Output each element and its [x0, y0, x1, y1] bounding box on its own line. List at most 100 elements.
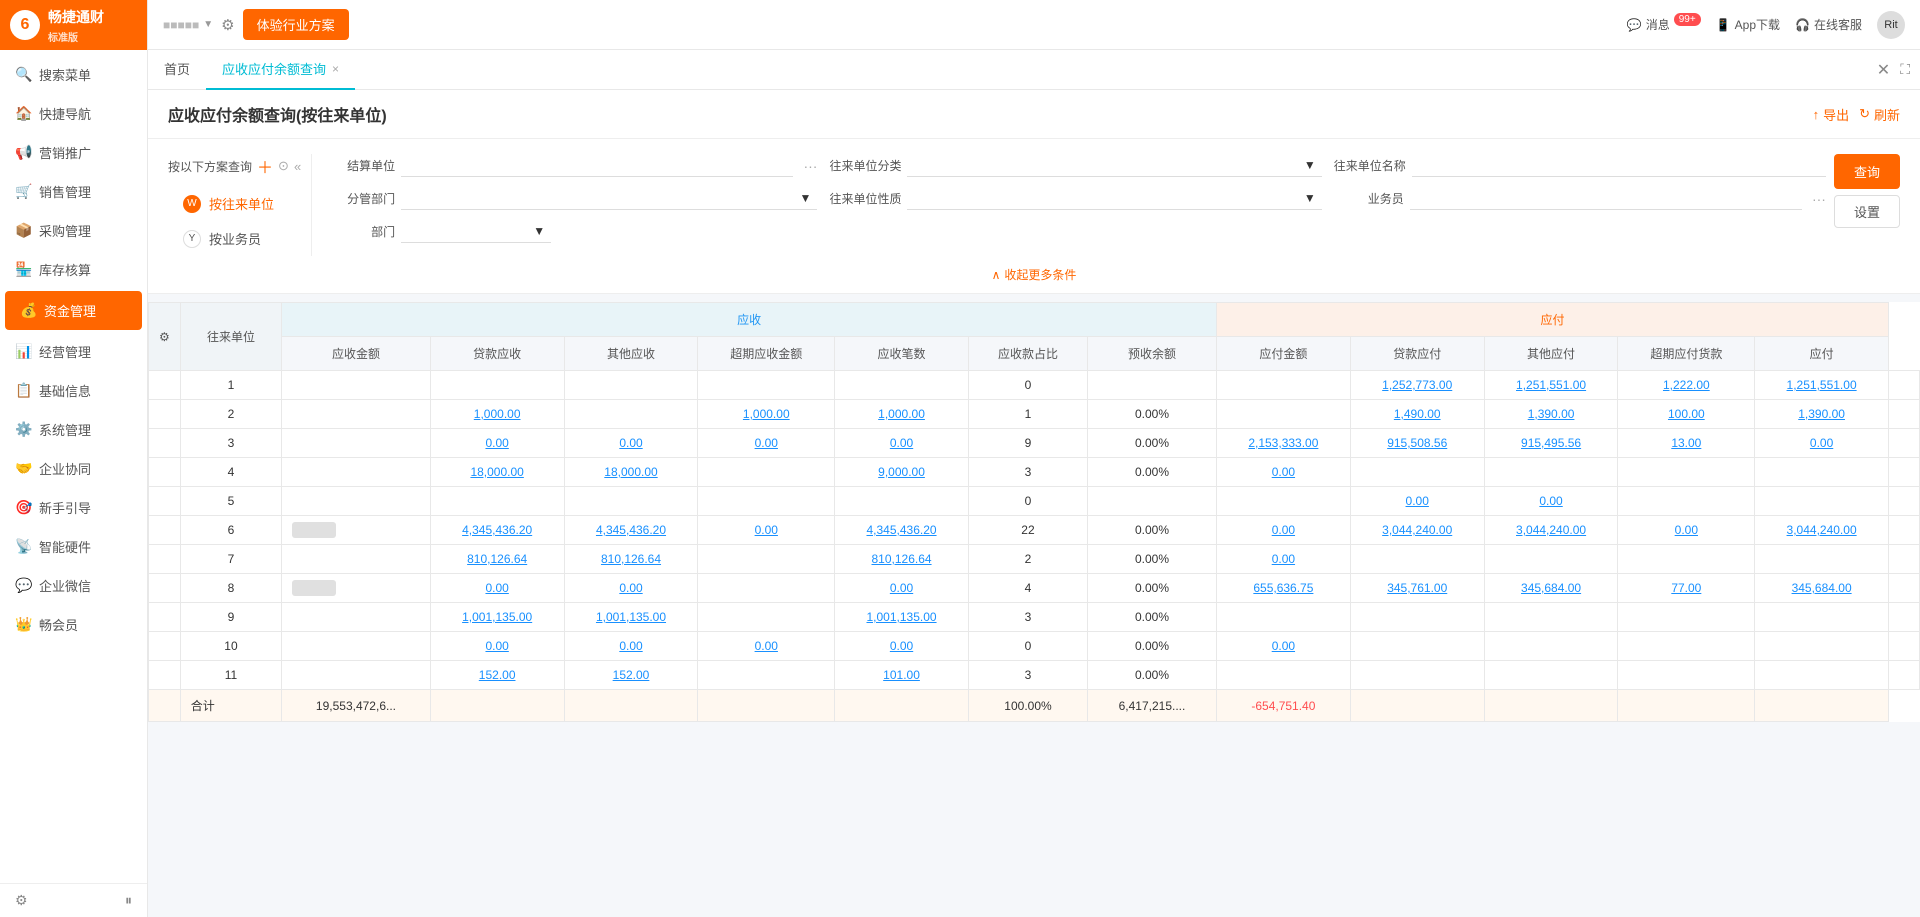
filter-collapse-icon[interactable]: « — [294, 159, 301, 174]
query-btn[interactable]: 查询 — [1834, 154, 1900, 189]
cell-overdue_receivable[interactable]: 4,345,436.20 — [835, 516, 969, 545]
collapse-filter-btn[interactable]: ∧ 收起更多条件 — [987, 261, 1082, 288]
query-option-partner[interactable]: W 按往来单位 — [168, 186, 301, 221]
filter-salesperson-input[interactable] — [1410, 187, 1802, 210]
cell-other_payable[interactable]: 77.00 — [1618, 574, 1755, 603]
sidebar-item-basic[interactable]: 📋基础信息 — [0, 371, 147, 410]
cell-loan_receivable[interactable]: 18,000.00 — [564, 458, 698, 487]
filter-dept-select[interactable]: ▼ — [401, 187, 817, 210]
cell-loan_receivable[interactable]: 1,001,135.00 — [564, 603, 698, 632]
cell-other_payable[interactable]: 0.00 — [1618, 516, 1755, 545]
cell-other_receivable[interactable]: 1,000.00 — [698, 400, 835, 429]
cell-overdue_receivable[interactable]: 101.00 — [835, 661, 969, 690]
cell-loan_receivable[interactable]: 810,126.64 — [564, 545, 698, 574]
filter-partner-category-select[interactable]: ▼ — [907, 154, 1321, 177]
query-option-salesperson[interactable]: Y 按业务员 — [168, 221, 301, 256]
cell-prepaid_balance[interactable]: 655,636.75 — [1216, 574, 1350, 603]
cell-payable_amount[interactable]: 1,490.00 — [1350, 400, 1484, 429]
app-download-btn[interactable]: 📱 App下载 — [1716, 16, 1780, 33]
cell-other_payable[interactable]: 13.00 — [1618, 429, 1755, 458]
sidebar-item-wechat[interactable]: 💬企业微信 — [0, 566, 147, 605]
cell-overdue_payable[interactable]: 1,390.00 — [1755, 400, 1889, 429]
filter-partner-name-input[interactable] — [1412, 154, 1826, 177]
solution-btn[interactable]: 体验行业方案 — [243, 9, 349, 40]
cell-loan_payable[interactable]: 1,251,551.00 — [1484, 371, 1618, 400]
cell-loan_receivable[interactable]: 0.00 — [564, 632, 698, 661]
cell-loan_payable[interactable]: 0.00 — [1484, 487, 1618, 516]
tab-receivable[interactable]: 应收应付余额查询 × — [206, 50, 355, 90]
cell-payable_amount[interactable]: 915,508.56 — [1350, 429, 1484, 458]
collapse-sidebar-icon[interactable]: ⏸ — [125, 892, 132, 909]
sidebar-item-guide[interactable]: 🎯新手引导 — [0, 488, 147, 527]
cell-loan_payable[interactable]: 1,390.00 — [1484, 400, 1618, 429]
cell-loan_receivable[interactable]: 0.00 — [564, 574, 698, 603]
cell-receivable_amount[interactable]: 152.00 — [430, 661, 564, 690]
cell-receivable_amount[interactable]: 0.00 — [430, 632, 564, 661]
cell-overdue_receivable[interactable]: 0.00 — [835, 429, 969, 458]
cell-loan_payable[interactable]: 345,684.00 — [1484, 574, 1618, 603]
sidebar-item-sales[interactable]: 🛒销售管理 — [0, 172, 147, 211]
filter-department-select[interactable]: ▼ — [401, 220, 551, 243]
cell-payable_amount[interactable]: 0.00 — [1350, 487, 1484, 516]
sidebar-item-nav[interactable]: 🏠快捷导航 — [0, 94, 147, 133]
sidebar-item-finance[interactable]: 💰资金管理 — [5, 291, 142, 330]
cell-prepaid_balance[interactable]: 0.00 — [1216, 458, 1350, 487]
filter-settlement-dots[interactable]: ··· — [803, 158, 817, 174]
close-window-icon[interactable]: ✕ — [1877, 60, 1890, 80]
cell-overdue_receivable[interactable]: 1,001,135.00 — [835, 603, 969, 632]
sidebar-item-marketing[interactable]: 📢营销推广 — [0, 133, 147, 172]
cell-receivable_amount[interactable]: 4,345,436.20 — [430, 516, 564, 545]
cell-overdue_receivable[interactable]: 1,000.00 — [835, 400, 969, 429]
cell-overdue_receivable[interactable]: 9,000.00 — [835, 458, 969, 487]
export-btn[interactable]: ↑ 导出 — [1813, 105, 1850, 124]
cell-loan_receivable[interactable]: 0.00 — [564, 429, 698, 458]
cell-loan_receivable[interactable]: 152.00 — [564, 661, 698, 690]
cell-loan_receivable[interactable]: 4,345,436.20 — [564, 516, 698, 545]
cell-receivable_amount[interactable]: 1,001,135.00 — [430, 603, 564, 632]
settings-icon[interactable]: ⚙ — [221, 16, 234, 34]
sidebar-item-system[interactable]: ⚙️系统管理 — [0, 410, 147, 449]
cell-loan_payable[interactable]: 915,495.56 — [1484, 429, 1618, 458]
sidebar-item-search[interactable]: 🔍搜索菜单 — [0, 55, 147, 94]
settings-bottom-icon[interactable]: ⚙ — [15, 892, 28, 909]
refresh-btn[interactable]: ↻ 刷新 — [1859, 105, 1900, 124]
cell-payable_amount[interactable]: 1,252,773.00 — [1350, 371, 1484, 400]
maximize-icon[interactable]: ⛶ — [1900, 61, 1910, 78]
cell-receivable_amount[interactable]: 810,126.64 — [430, 545, 564, 574]
cell-receivable_amount[interactable]: 0.00 — [430, 429, 564, 458]
filter-settlement-input[interactable] — [401, 154, 793, 177]
sidebar-item-collab[interactable]: 🤝企业协同 — [0, 449, 147, 488]
cell-loan_payable[interactable]: 3,044,240.00 — [1484, 516, 1618, 545]
cell-other_receivable[interactable]: 0.00 — [698, 632, 835, 661]
cell-payable_amount[interactable]: 3,044,240.00 — [1350, 516, 1484, 545]
cell-other_payable[interactable]: 1,222.00 — [1618, 371, 1755, 400]
user-avatar[interactable]: Rit — [1877, 11, 1905, 39]
cell-overdue_payable[interactable]: 1,251,551.00 — [1755, 371, 1889, 400]
sidebar-item-hardware[interactable]: 📡智能硬件 — [0, 527, 147, 566]
filter-salesperson-dots[interactable]: ··· — [1812, 191, 1826, 207]
cell-other_payable[interactable]: 100.00 — [1618, 400, 1755, 429]
cell-overdue_payable[interactable]: 0.00 — [1755, 429, 1889, 458]
messages-btn[interactable]: 💬 消息 99+ — [1627, 16, 1701, 33]
online-service-btn[interactable]: 🎧 在线客服 — [1795, 16, 1862, 33]
cell-other_receivable[interactable]: 0.00 — [698, 429, 835, 458]
cell-prepaid_balance[interactable]: 2,153,333.00 — [1216, 429, 1350, 458]
cell-receivable_amount[interactable]: 0.00 — [430, 574, 564, 603]
filter-add-btn[interactable]: ＋ — [257, 154, 273, 178]
cell-overdue_payable[interactable]: 345,684.00 — [1755, 574, 1889, 603]
cell-overdue_receivable[interactable]: 0.00 — [835, 574, 969, 603]
sidebar-item-operations[interactable]: 📊经营管理 — [0, 332, 147, 371]
cell-prepaid_balance[interactable]: 0.00 — [1216, 632, 1350, 661]
cell-receivable_amount[interactable]: 18,000.00 — [430, 458, 564, 487]
tab-close-icon[interactable]: × — [332, 62, 339, 76]
cell-prepaid_balance[interactable]: 0.00 — [1216, 545, 1350, 574]
cell-overdue_payable[interactable]: 3,044,240.00 — [1755, 516, 1889, 545]
tab-home[interactable]: 首页 — [148, 50, 206, 90]
cell-receivable_amount[interactable]: 1,000.00 — [430, 400, 564, 429]
settings-page-btn[interactable]: 设置 — [1834, 195, 1900, 228]
filter-partner-nature-select[interactable]: ▼ — [907, 187, 1321, 210]
filter-settings-icon[interactable]: ⊙ — [278, 158, 289, 174]
cell-overdue_receivable[interactable]: 0.00 — [835, 632, 969, 661]
sidebar-item-vip[interactable]: 👑畅会员 — [0, 605, 147, 644]
cell-prepaid_balance[interactable]: 0.00 — [1216, 516, 1350, 545]
